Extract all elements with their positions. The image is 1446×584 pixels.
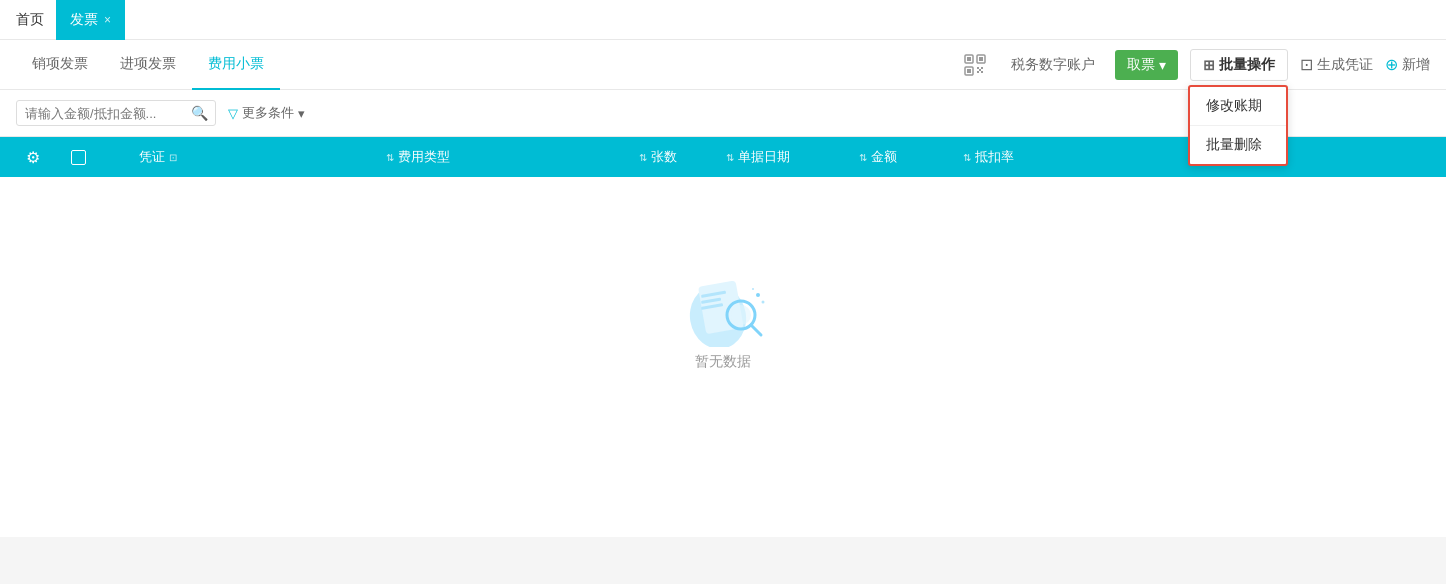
empty-state: 暂无数据 xyxy=(0,177,1446,451)
voucher-sort-icon: ⊡ xyxy=(169,152,177,163)
search-wrap: 🔍 xyxy=(16,100,216,126)
generate-voucher-button[interactable]: ⊡ 生成凭证 xyxy=(1300,55,1373,74)
search-icon[interactable]: 🔍 xyxy=(191,105,208,121)
qr-icon[interactable] xyxy=(959,49,991,81)
svg-rect-7 xyxy=(981,67,983,69)
empty-text: 暂无数据 xyxy=(695,353,751,371)
dropdown-item-batch-delete[interactable]: 批量删除 xyxy=(1190,125,1286,164)
svg-rect-6 xyxy=(977,67,979,69)
take-ticket-button[interactable]: 取票 ▾ xyxy=(1115,50,1178,80)
th-settings[interactable]: ⚙ xyxy=(8,148,58,167)
chevron-down-icon: ▾ xyxy=(298,106,305,121)
tab-incoming[interactable]: 进项发票 xyxy=(104,40,192,90)
new-button[interactable]: ⊕ 新增 xyxy=(1385,55,1430,74)
date-sort-icon: ⇅ xyxy=(726,152,734,163)
svg-point-21 xyxy=(752,288,754,290)
svg-rect-3 xyxy=(979,57,983,61)
svg-rect-9 xyxy=(981,71,983,73)
dropdown-item-modify-period[interactable]: 修改账期 xyxy=(1190,87,1286,125)
svg-point-20 xyxy=(762,301,765,304)
sort-asc-icon: ⇅ xyxy=(386,152,394,163)
search-input[interactable] xyxy=(25,106,185,121)
voucher-icon: ⊡ xyxy=(1300,55,1313,74)
batch-op-container: ⊞ 批量操作 修改账期 批量删除 xyxy=(1190,49,1288,81)
tax-account-button[interactable]: 税务数字账户 xyxy=(1003,52,1103,78)
settings-icon: ⚙ xyxy=(26,148,40,167)
th-amount[interactable]: ⇅ 金额 xyxy=(818,148,938,166)
amount-sort-icon: ⇅ xyxy=(859,152,867,163)
th-voucher[interactable]: 凭证 ⊡ xyxy=(98,148,218,166)
empty-illustration xyxy=(673,257,773,337)
th-checkbox[interactable] xyxy=(58,150,98,165)
batch-op-button[interactable]: ⊞ 批量操作 xyxy=(1190,49,1288,81)
tab-sales[interactable]: 销项发票 xyxy=(16,40,104,90)
nav-tab-invoice[interactable]: 发票 × xyxy=(56,0,125,40)
select-all-checkbox[interactable] xyxy=(71,150,86,165)
th-expense-type[interactable]: ⇅ 费用类型 xyxy=(218,148,618,166)
th-tax-rate[interactable]: ⇅ 抵扣率 xyxy=(938,148,1038,166)
svg-rect-10 xyxy=(979,69,981,71)
svg-point-19 xyxy=(756,293,760,297)
svg-line-18 xyxy=(751,325,761,335)
filter-icon: ▽ xyxy=(228,106,238,121)
content-area: ⚙ 凭证 ⊡ ⇅ 费用类型 ⇅ 张数 ⇅ 单据日期 ⇅ 金额 ⇅ 抵扣率 xyxy=(0,137,1446,537)
tax-rate-sort-icon: ⇅ xyxy=(963,152,971,163)
count-sort-icon: ⇅ xyxy=(639,152,647,163)
svg-rect-5 xyxy=(967,69,971,73)
batch-op-dropdown: 修改账期 批量删除 xyxy=(1188,85,1288,166)
toolbar: 销项发票 进项发票 费用小票 税务数字账户 取票 xyxy=(0,40,1446,90)
toolbar-right: 税务数字账户 取票 ▾ ⊞ 批量操作 修改账期 批量删除 ⊡ 生成凭证 ⊕ 新增 xyxy=(959,49,1430,81)
more-conditions-button[interactable]: ▽ 更多条件 ▾ xyxy=(228,104,305,122)
svg-point-17 xyxy=(731,305,751,325)
top-nav: 首页 发票 × xyxy=(0,0,1446,40)
svg-rect-8 xyxy=(977,71,979,73)
tab-expense[interactable]: 费用小票 xyxy=(192,40,280,90)
nav-tab-close[interactable]: × xyxy=(104,13,111,27)
nav-home[interactable]: 首页 xyxy=(16,11,56,29)
new-icon: ⊕ xyxy=(1385,55,1398,74)
nav-tab-label: 发票 xyxy=(70,11,98,29)
svg-rect-1 xyxy=(967,57,971,61)
th-date[interactable]: ⇅ 单据日期 xyxy=(698,148,818,166)
th-count[interactable]: ⇅ 张数 xyxy=(618,148,698,166)
